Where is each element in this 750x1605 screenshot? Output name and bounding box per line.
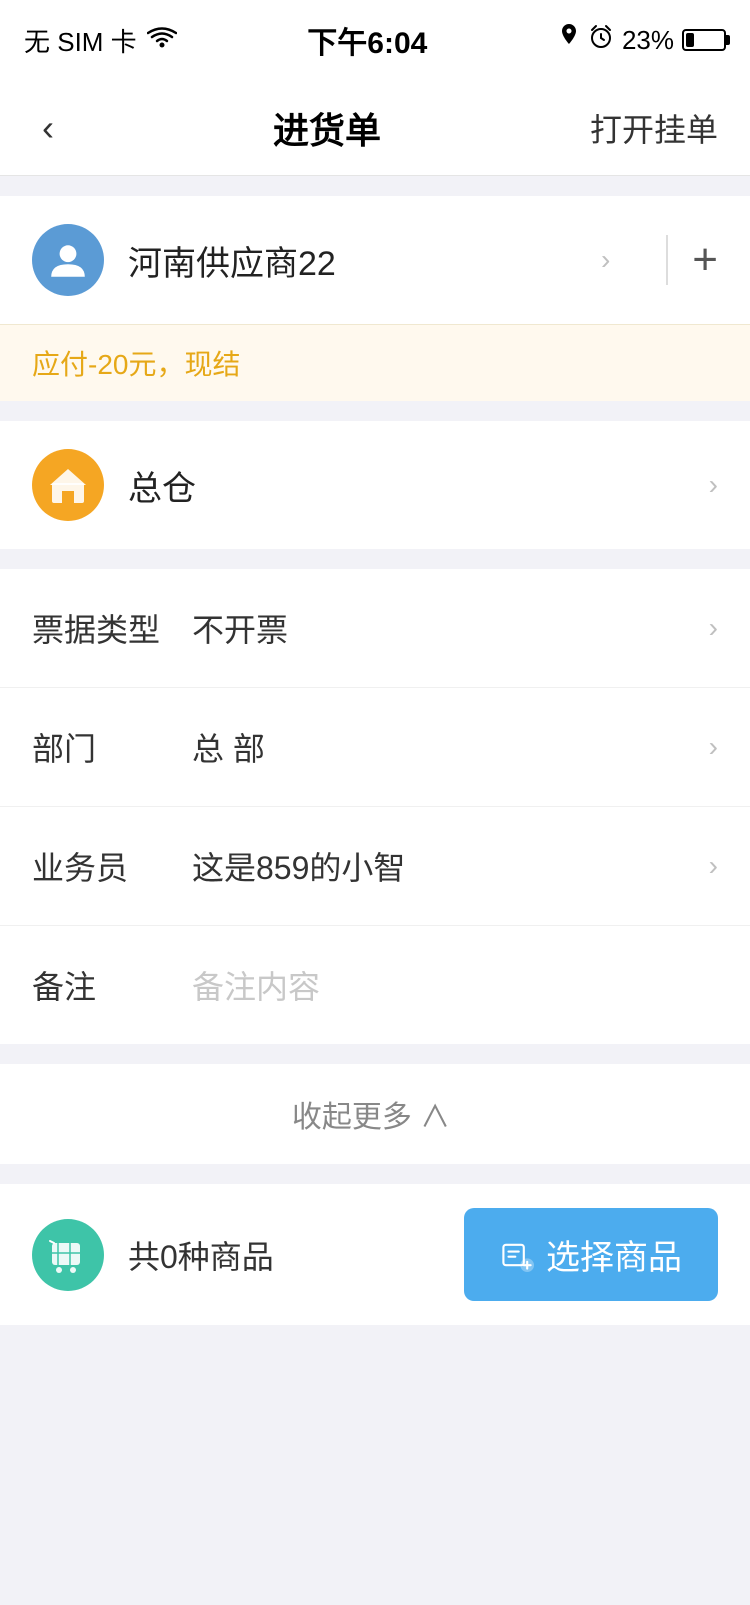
invoice-value: 不开票 — [172, 605, 709, 651]
add-supplier-button[interactable]: + — [692, 238, 718, 282]
department-value: 总 部 — [172, 724, 709, 770]
invoice-row[interactable]: 票据类型 不开票 › — [0, 569, 750, 688]
battery-percentage: 23% — [622, 25, 674, 56]
salesman-value: 这是859的小智 — [172, 843, 709, 889]
product-icon-wrap — [32, 1219, 104, 1291]
select-product-label: 选择商品 — [546, 1230, 682, 1279]
notice-text: 应付-20元，现结 — [32, 349, 240, 380]
page-title: 进货单 — [273, 102, 381, 154]
form-section: 票据类型 不开票 › 部门 总 部 › 业务员 这是859的小智 › 备注 备注… — [0, 569, 750, 1044]
status-time: 下午6:04 — [307, 18, 427, 62]
invoice-label: 票据类型 — [32, 605, 172, 651]
battery-icon — [682, 29, 726, 51]
alarm-icon — [588, 24, 614, 57]
department-arrow-icon: › — [709, 731, 718, 763]
supplier-avatar — [32, 224, 104, 296]
remark-input[interactable]: 备注内容 — [172, 962, 718, 1008]
wifi-icon — [147, 25, 177, 56]
warehouse-icon-wrap — [32, 449, 104, 521]
remark-label: 备注 — [32, 962, 172, 1008]
bottom-bar: 共0种商品 选择商品 — [0, 1184, 750, 1325]
warehouse-row[interactable]: 总仓 › — [0, 421, 750, 549]
page-background — [0, 1325, 750, 1605]
select-product-icon — [500, 1238, 534, 1272]
notice-bar: 应付-20元，现结 — [0, 324, 750, 401]
status-right: 23% — [558, 24, 726, 57]
warehouse-arrow-icon: › — [709, 469, 718, 501]
salesman-row[interactable]: 业务员 这是859的小智 › — [0, 807, 750, 926]
warehouse-name: 总仓 — [128, 461, 709, 510]
department-row[interactable]: 部门 总 部 › — [0, 688, 750, 807]
top-divider — [0, 176, 750, 196]
supplier-divider — [666, 235, 668, 285]
carrier-text: 无 SIM 卡 — [24, 22, 137, 59]
supplier-section: 河南供应商22 › + 应付-20元，现结 — [0, 196, 750, 401]
supplier-name: 河南供应商22 — [128, 236, 601, 285]
collapse-row[interactable]: 收起更多 ∧ — [0, 1064, 750, 1164]
open-pending-button[interactable]: 打开挂单 — [590, 105, 718, 151]
warehouse-icon — [48, 465, 88, 505]
status-left: 无 SIM 卡 — [24, 22, 177, 59]
person-icon — [47, 239, 89, 281]
supplier-arrow-icon: › — [601, 244, 610, 276]
select-product-button[interactable]: 选择商品 — [464, 1208, 718, 1301]
department-label: 部门 — [32, 724, 172, 770]
product-count: 共0种商品 — [128, 1232, 440, 1278]
collapse-label: 收起更多 ∧ — [292, 1092, 450, 1136]
back-button[interactable]: ‹ — [32, 97, 64, 159]
cart-icon — [48, 1235, 88, 1275]
remark-row[interactable]: 备注 备注内容 — [0, 926, 750, 1044]
status-bar: 无 SIM 卡 下午6:04 23 — [0, 0, 750, 80]
location-icon — [558, 24, 580, 57]
salesman-arrow-icon: › — [709, 850, 718, 882]
nav-bar: ‹ 进货单 打开挂单 — [0, 80, 750, 176]
invoice-arrow-icon: › — [709, 612, 718, 644]
supplier-row[interactable]: 河南供应商22 › + — [0, 196, 750, 324]
salesman-label: 业务员 — [32, 843, 172, 889]
